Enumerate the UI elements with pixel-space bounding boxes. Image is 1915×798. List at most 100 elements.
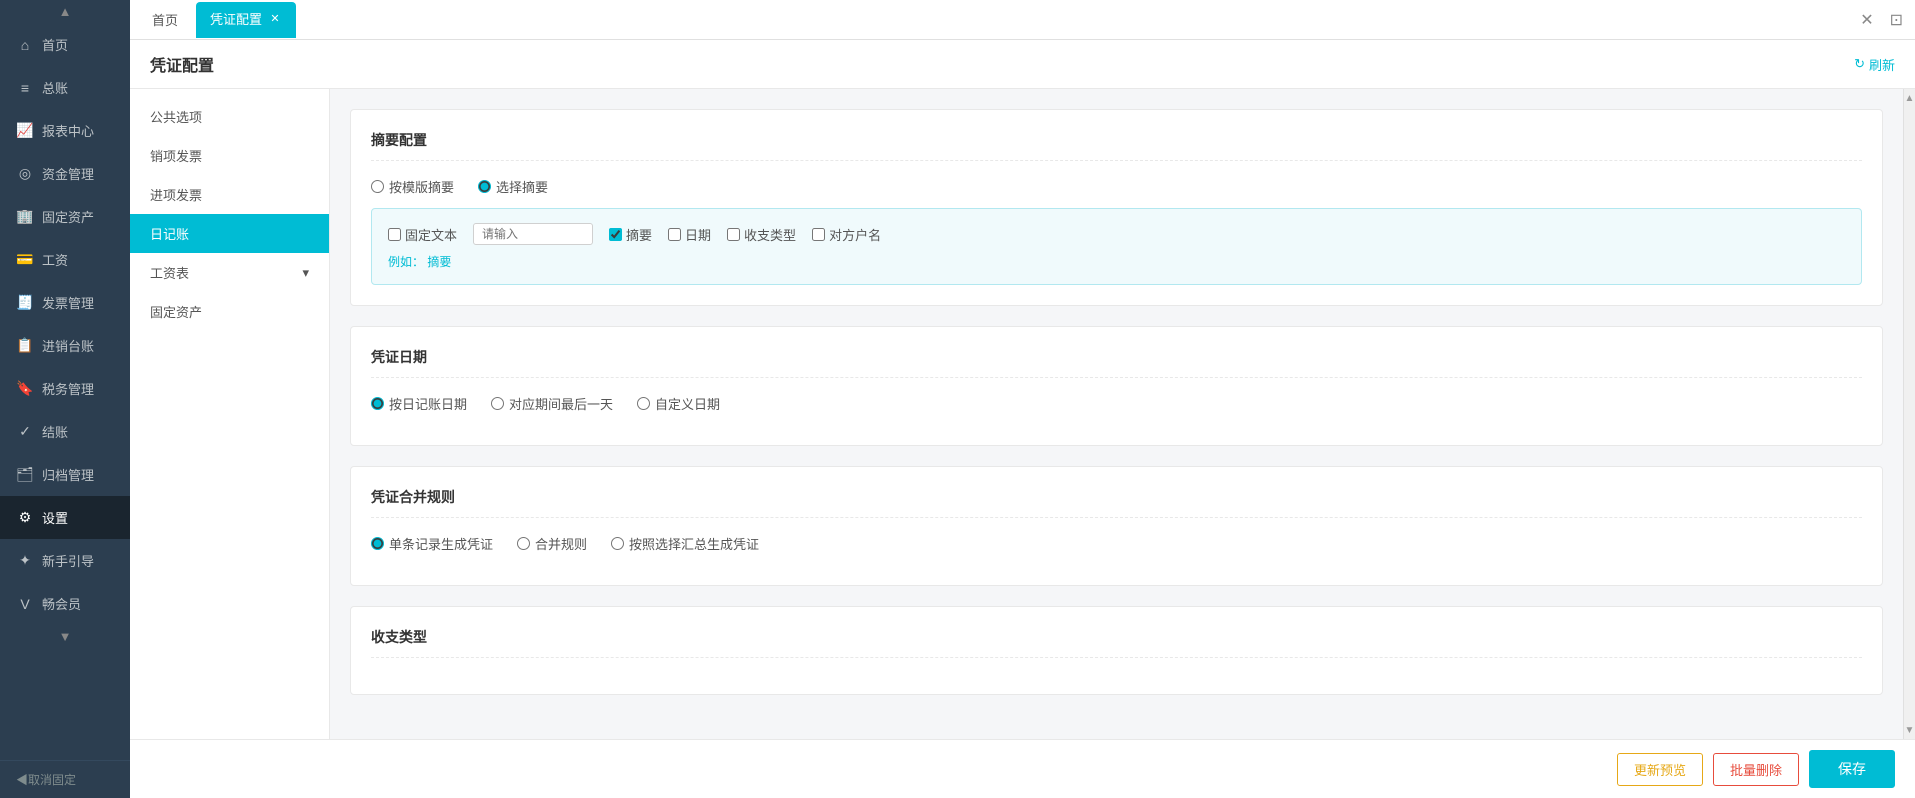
home-icon: ⌂ [16,37,34,53]
sidebar-item-ledger[interactable]: ≡ 总账 [0,66,130,109]
fixed-text-field[interactable] [473,223,593,245]
ledger-icon: ≡ [16,80,34,96]
left-nav-payroll-table[interactable]: 工资表 ▾ [130,253,329,292]
reports-icon: 📈 [16,122,34,139]
last-day-radio[interactable]: 对应期间最后一天 [491,394,613,413]
sidebar-item-guide[interactable]: ✦ 新手引导 [0,539,130,582]
purchase-sales-icon: 📋 [16,337,34,354]
sidebar-unpin-button[interactable]: ◀取消固定 [0,760,130,798]
template-summary-input[interactable] [371,180,384,193]
left-nav-fixed-assets[interactable]: 固定资产 [130,292,329,331]
payroll-icon: 💳 [16,251,34,268]
date-input[interactable] [668,228,681,241]
summary-section-title: 摘要配置 [371,130,1862,161]
custom-date-input[interactable] [637,397,650,410]
sidebar-item-tax[interactable]: 🔖 税务管理 [0,367,130,410]
example-text: 例如： 摘要 [388,253,1845,270]
update-preview-button[interactable]: 更新预览 [1617,753,1703,786]
last-day-input[interactable] [491,397,504,410]
sidebar-item-close[interactable]: ✓ 结账 [0,410,130,453]
fixed-text-input[interactable] [388,228,401,241]
archive-icon: 🗂 [16,466,34,483]
close-accounts-icon: ✓ [16,423,34,440]
select-summary-input[interactable] [478,180,491,193]
sidebar-item-settings[interactable]: ⚙ 设置 [0,496,130,539]
sidebar-scroll-down[interactable]: ▼ [0,625,130,648]
tab-voucher-config[interactable]: 凭证配置 ✕ [196,2,296,38]
member-icon: V [16,596,34,612]
guide-icon: ✦ [16,552,34,569]
window-resize-icon[interactable]: ⊡ [1886,6,1907,34]
merge-rules-input[interactable] [517,537,530,550]
page-scrollbar: ▲ ▼ [1903,89,1915,739]
tax-icon: 🔖 [16,380,34,397]
page-title: 凭证配置 [150,52,214,76]
summary-section: 摘要配置 按模版摘要 选择摘要 固定文本 [350,109,1883,306]
right-content: 摘要配置 按模版摘要 选择摘要 固定文本 [330,89,1903,739]
income-type-title: 收支类型 [371,627,1862,658]
counterpart-checkbox[interactable]: 对方户名 [812,225,881,244]
voucher-date-radio-group: 按日记账日期 对应期间最后一天 自定义日期 [371,394,1862,413]
left-nav-journal[interactable]: 日记账 [130,214,329,253]
template-summary-radio[interactable]: 按模版摘要 [371,177,454,196]
window-close-icon[interactable]: ✕ [1856,6,1877,34]
sidebar-item-payroll[interactable]: 💳 工资 [0,238,130,281]
by-journal-date-input[interactable] [371,397,384,410]
merge-rules-radio[interactable]: 合并规则 [517,534,587,553]
sidebar-item-reports[interactable]: 📈 报表中心 [0,109,130,152]
expand-icon: ▾ [302,265,309,281]
sidebar-item-member[interactable]: V 畅会员 [0,582,130,625]
single-record-input[interactable] [371,537,384,550]
by-journal-date-radio[interactable]: 按日记账日期 [371,394,467,413]
summary-config-box: 固定文本 摘要 日期 收支类型 [371,208,1862,285]
page-header: 凭证配置 ↻ 刷新 [130,40,1915,89]
tab-bar-controls: ✕ ⊡ [1856,6,1907,34]
tab-close-button[interactable]: ✕ [268,12,282,26]
home-tab-label: 首页 [152,10,178,29]
custom-date-radio[interactable]: 自定义日期 [637,394,720,413]
sidebar-item-purchase-sales[interactable]: 📋 进销台账 [0,324,130,367]
content-wrapper: 公共选项 销项发票 进项发票 日记账 工资表 ▾ 固定资产 摘要配置 [130,89,1915,739]
merge-rules-title: 凭证合并规则 [371,487,1862,518]
sidebar-item-funds[interactable]: ◎ 资金管理 [0,152,130,195]
sidebar: ▲ ⌂ 首页 ≡ 总账 📈 报表中心 ◎ 资金管理 🏢 固定资产 💳 工资 🧾 … [0,0,130,798]
voucher-date-title: 凭证日期 [371,347,1862,378]
assets-icon: 🏢 [16,208,34,225]
counterpart-input[interactable] [812,228,825,241]
batch-delete-button[interactable]: 批量删除 [1713,753,1799,786]
left-nav-purchase-invoice[interactable]: 进项发票 [130,175,329,214]
bottom-toolbar: 更新预览 批量删除 保存 [130,739,1915,798]
income-type-checkbox[interactable]: 收支类型 [727,225,796,244]
sidebar-item-invoice[interactable]: 🧾 发票管理 [0,281,130,324]
income-type-input[interactable] [727,228,740,241]
date-checkbox[interactable]: 日期 [668,225,711,244]
refresh-button[interactable]: ↻ 刷新 [1854,55,1895,74]
summary-checkbox[interactable]: 摘要 [609,225,652,244]
funds-icon: ◎ [16,165,34,182]
fixed-text-checkbox[interactable]: 固定文本 [388,225,457,244]
sidebar-item-assets[interactable]: 🏢 固定资产 [0,195,130,238]
select-merge-radio[interactable]: 按照选择汇总生成凭证 [611,534,759,553]
summary-checkbox-group: 固定文本 摘要 日期 收支类型 [388,223,1845,245]
left-nav-public[interactable]: 公共选项 [130,97,329,136]
scrollbar-up[interactable]: ▲ [1904,89,1915,107]
sidebar-scroll-up[interactable]: ▲ [0,0,130,23]
tab-home[interactable]: 首页 [138,2,192,38]
scrollbar-down[interactable]: ▼ [1904,721,1915,739]
income-type-section: 收支类型 [350,606,1883,695]
invoice-icon: 🧾 [16,294,34,311]
left-navigation: 公共选项 销项发票 进项发票 日记账 工资表 ▾ 固定资产 [130,89,330,739]
sidebar-item-archive[interactable]: 🗂 归档管理 [0,453,130,496]
save-button[interactable]: 保存 [1809,750,1895,788]
refresh-icon: ↻ [1854,56,1865,72]
summary-input[interactable] [609,228,622,241]
single-record-radio[interactable]: 单条记录生成凭证 [371,534,493,553]
merge-rules-radio-group: 单条记录生成凭证 合并规则 按照选择汇总生成凭证 [371,534,1862,553]
select-merge-input[interactable] [611,537,624,550]
select-summary-radio[interactable]: 选择摘要 [478,177,548,196]
voucher-date-section: 凭证日期 按日记账日期 对应期间最后一天 自定义日期 [350,326,1883,446]
sidebar-item-home[interactable]: ⌂ 首页 [0,23,130,66]
left-nav-sales-invoice[interactable]: 销项发票 [130,136,329,175]
voucher-config-tab-label: 凭证配置 [210,9,262,28]
merge-rules-section: 凭证合并规则 单条记录生成凭证 合并规则 按照选择汇总生成凭证 [350,466,1883,586]
